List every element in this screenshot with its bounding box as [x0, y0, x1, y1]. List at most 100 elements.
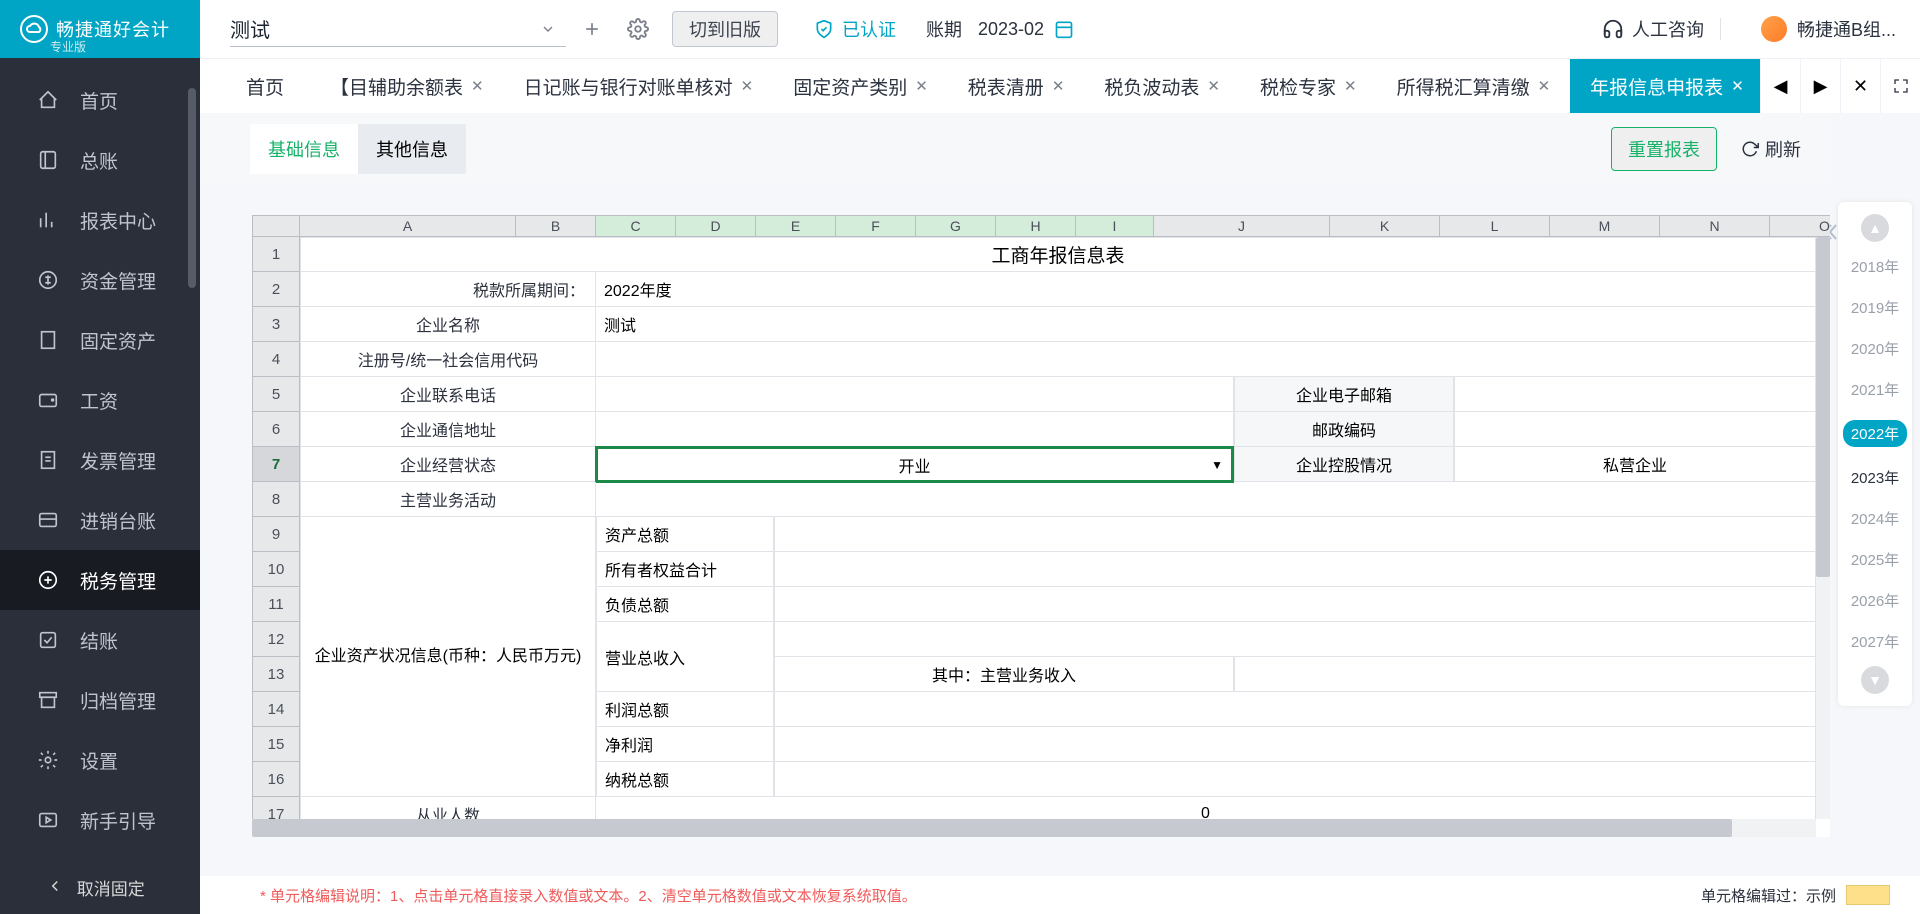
year-2022年[interactable]: 2022年 — [1838, 410, 1912, 457]
year-2027年[interactable]: 2027年 — [1838, 621, 1912, 662]
nav-item-close[interactable]: 结账 — [0, 610, 200, 670]
nav-item-archive[interactable]: 归档管理 — [0, 670, 200, 730]
calendar-icon[interactable] — [1054, 19, 1074, 39]
tabs-close[interactable]: ✕ — [1840, 59, 1880, 113]
year-down-button[interactable]: ▼ — [1861, 666, 1889, 694]
period-value[interactable]: 2023-02 — [978, 19, 1044, 40]
nav-item-wallet[interactable]: 工资 — [0, 370, 200, 430]
row-1[interactable]: 1 — [252, 237, 300, 272]
nav-item-building[interactable]: 固定资产 — [0, 310, 200, 370]
col-K[interactable]: K — [1330, 215, 1440, 237]
year-2018年[interactable]: 2018年 — [1838, 246, 1912, 287]
col-E[interactable]: E — [756, 215, 836, 237]
col-H[interactable]: H — [996, 215, 1076, 237]
nav-item-tax[interactable]: 税务管理 — [0, 550, 200, 610]
year-2025年[interactable]: 2025年 — [1838, 539, 1912, 580]
year-2020年[interactable]: 2020年 — [1838, 328, 1912, 369]
tab-0[interactable]: 【目辅助余额表✕ — [310, 59, 504, 113]
row-15[interactable]: 15 — [252, 727, 300, 762]
select-all-corner[interactable] — [252, 215, 300, 237]
nav-item-invoice[interactable]: 发票管理 — [0, 430, 200, 490]
tabs-prev[interactable]: ◀ — [1760, 59, 1800, 113]
tab-home[interactable]: 首页 — [200, 59, 310, 113]
col-G[interactable]: G — [916, 215, 996, 237]
year-up-button[interactable]: ▲ — [1861, 214, 1889, 242]
col-M[interactable]: M — [1550, 215, 1660, 237]
cell-reg-value[interactable] — [596, 342, 1816, 377]
col-A[interactable]: A — [300, 215, 516, 237]
subtab-other[interactable]: 其他信息 — [358, 124, 466, 174]
row-8[interactable]: 8 — [252, 482, 300, 517]
row-2[interactable]: 2 — [252, 272, 300, 307]
tab-close-icon[interactable]: ✕ — [1731, 77, 1744, 95]
tab-6[interactable]: 所得税汇算清缴✕ — [1377, 59, 1571, 113]
tab-3[interactable]: 税表清册✕ — [948, 59, 1085, 113]
cell-holding-value[interactable]: 私营企业 — [1454, 447, 1816, 482]
nav-item-money[interactable]: 资金管理 — [0, 250, 200, 310]
unpin-button[interactable]: 取消固定 — [46, 875, 145, 900]
cell-r13v[interactable] — [1234, 657, 1816, 692]
subtab-basic[interactable]: 基础信息 — [250, 124, 358, 174]
tabs-next[interactable]: ▶ — [1800, 59, 1840, 113]
nav-item-guide[interactable]: 新手引导 — [0, 790, 200, 850]
account-selector[interactable]: 测试 — [230, 11, 566, 47]
reset-report-button[interactable]: 重置报表 — [1611, 127, 1717, 171]
col-B[interactable]: B — [516, 215, 596, 237]
nav-item-inout[interactable]: 进销台账 — [0, 490, 200, 550]
row-14[interactable]: 14 — [252, 692, 300, 727]
cell-mainbiz-value[interactable] — [596, 482, 1816, 517]
col-F[interactable]: F — [836, 215, 916, 237]
grid[interactable]: 工商年报信息表 税款所属期间： 2022年度 企业名称 测试 注册号/统一社会信… — [300, 237, 1816, 819]
cell-r14v[interactable] — [774, 692, 1816, 727]
col-C[interactable]: C — [596, 215, 676, 237]
col-I[interactable]: I — [1076, 215, 1154, 237]
year-2021年[interactable]: 2021年 — [1838, 369, 1912, 410]
horizontal-scrollbar[interactable] — [252, 819, 1816, 837]
row-11[interactable]: 11 — [252, 587, 300, 622]
add-button[interactable] — [572, 9, 612, 49]
user-menu[interactable]: 畅捷通B组... — [1761, 16, 1896, 42]
tab-close-icon[interactable]: ✕ — [1538, 77, 1551, 95]
row-13[interactable]: 13 — [252, 657, 300, 692]
col-D[interactable]: D — [676, 215, 756, 237]
row-6[interactable]: 6 — [252, 412, 300, 447]
cell-tel-value[interactable] — [596, 377, 1234, 412]
cell-postal-value[interactable] — [1454, 412, 1816, 447]
cell-r10v[interactable] — [774, 552, 1816, 587]
refresh-button[interactable]: 刷新 — [1741, 136, 1801, 162]
consult-button[interactable]: 人工咨询 — [1602, 16, 1704, 42]
tab-4[interactable]: 税负波动表✕ — [1084, 59, 1240, 113]
tab-7[interactable]: 年报信息申报表✕ — [1570, 59, 1760, 113]
tab-close-icon[interactable]: ✕ — [915, 77, 928, 95]
year-2019年[interactable]: 2019年 — [1838, 287, 1912, 328]
nav-item-home[interactable]: 首页 — [0, 70, 200, 130]
cell-status-dropdown[interactable]: 开业 ▼ — [595, 446, 1234, 483]
tab-2[interactable]: 固定资产类别✕ — [773, 59, 948, 113]
tab-close-icon[interactable]: ✕ — [471, 77, 484, 95]
vertical-scrollbar[interactable] — [1816, 237, 1830, 819]
cell-coname-value[interactable]: 测试 — [596, 307, 1816, 342]
col-J[interactable]: J — [1154, 215, 1330, 237]
row-9[interactable]: 9 — [252, 517, 300, 552]
cell-r9v[interactable] — [774, 517, 1816, 552]
row-12[interactable]: 12 — [252, 622, 300, 657]
fullscreen-button[interactable] — [1880, 59, 1920, 113]
cell-addr-value[interactable] — [596, 412, 1234, 447]
cell-r11v[interactable] — [774, 587, 1816, 622]
year-2024年[interactable]: 2024年 — [1838, 498, 1912, 539]
tab-close-icon[interactable]: ✕ — [1344, 77, 1357, 95]
settings-button[interactable] — [618, 9, 658, 49]
tab-close-icon[interactable]: ✕ — [1052, 77, 1065, 95]
row-10[interactable]: 10 — [252, 552, 300, 587]
cell-r15v[interactable] — [774, 727, 1816, 762]
old-version-button[interactable]: 切到旧版 — [672, 11, 778, 47]
nav-item-chart[interactable]: 报表中心 — [0, 190, 200, 250]
row-7[interactable]: 7 — [252, 447, 300, 482]
row-4[interactable]: 4 — [252, 342, 300, 377]
row-5[interactable]: 5 — [252, 377, 300, 412]
cell-r12v[interactable] — [774, 622, 1816, 657]
sidebar-scrollbar[interactable] — [188, 88, 196, 288]
row-16[interactable]: 16 — [252, 762, 300, 797]
tab-1[interactable]: 日记账与银行对账单核对✕ — [504, 59, 774, 113]
tab-close-icon[interactable]: ✕ — [741, 77, 754, 95]
